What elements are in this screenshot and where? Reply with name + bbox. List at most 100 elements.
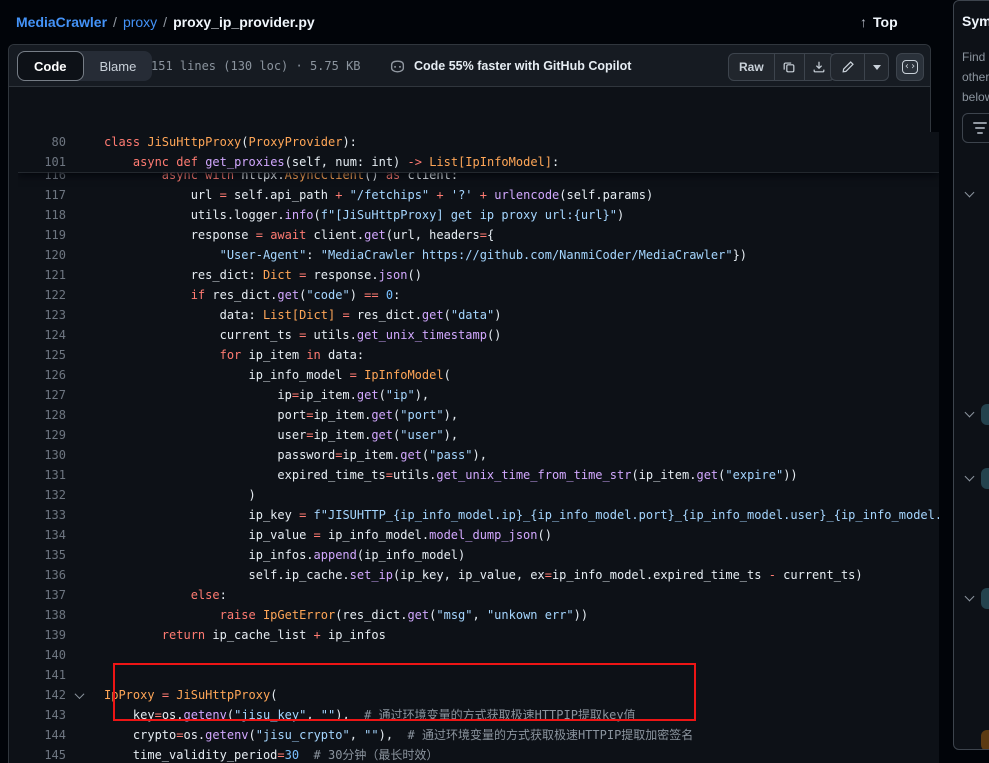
line-number[interactable]: 117 <box>18 185 66 205</box>
line-number[interactable]: 122 <box>18 285 66 305</box>
symbol-item[interactable] <box>981 404 989 425</box>
gutter-fold-slot <box>66 645 104 665</box>
code-text: ) <box>104 485 939 505</box>
line-number[interactable]: 143 <box>18 705 66 725</box>
gutter-fold-slot <box>66 345 104 365</box>
line-number[interactable]: 140 <box>18 645 66 665</box>
line-number[interactable]: 119 <box>18 225 66 245</box>
line-number[interactable]: 101 <box>18 152 66 172</box>
line-number[interactable]: 125 <box>18 345 66 365</box>
code-view: 116 async with httpx.AsyncClient() as cl… <box>18 132 939 763</box>
gutter-fold-slot <box>66 285 104 305</box>
code-line: 136 self.ip_cache.set_ip(ip_key, ip_valu… <box>18 565 939 585</box>
gutter-fold-slot <box>66 385 104 405</box>
line-number[interactable]: 144 <box>18 725 66 745</box>
chevron-down-icon[interactable] <box>965 472 975 482</box>
gutter-fold-slot <box>66 525 104 545</box>
code-line: 144 crypto=os.getenv("jisu_crypto", ""),… <box>18 725 939 745</box>
code-text: key=os.getenv("jisu_key", ""), # 通过环境变量的… <box>104 705 939 725</box>
line-number[interactable]: 129 <box>18 425 66 445</box>
code-line: 124 current_ts = utils.get_unix_timestam… <box>18 325 939 345</box>
code-text: raise IpGetError(res_dict.get("msg", "un… <box>104 605 939 625</box>
back-to-top-button[interactable]: ↑ Top <box>860 10 898 34</box>
code-text: password=ip_item.get("pass"), <box>104 445 939 465</box>
code-text <box>104 645 939 665</box>
symbol-group-row <box>954 183 989 207</box>
code-text: res_dict: Dict = response.json() <box>104 265 939 285</box>
chevron-down-icon[interactable] <box>965 592 975 602</box>
gutter-fold-slot <box>66 545 104 565</box>
code-line: 80class JiSuHttpProxy(ProxyProvider): <box>18 132 939 152</box>
line-number[interactable]: 124 <box>18 325 66 345</box>
breadcrumb-repo-link[interactable]: MediaCrawler <box>16 14 107 30</box>
symbol-item[interactable] <box>981 588 989 609</box>
chevron-down-icon[interactable] <box>965 188 975 198</box>
symbol-group-row <box>954 403 989 427</box>
gutter-fold-slot <box>66 565 104 585</box>
filter-icon <box>973 122 987 134</box>
collapse-chevron-icon[interactable] <box>75 689 85 699</box>
line-number[interactable]: 130 <box>18 445 66 465</box>
gutter-fold-slot <box>66 325 104 345</box>
gutter-fold-slot <box>66 485 104 505</box>
file-meta-info: 151 lines (130 loc) · 5.75 KB <box>151 45 361 87</box>
edit-file-button[interactable] <box>831 54 864 80</box>
line-number[interactable]: 132 <box>18 485 66 505</box>
code-line: 133 ip_key = f"JISUHTTP_{ip_info_model.i… <box>18 505 939 525</box>
code-line: 134 ip_value = ip_info_model.model_dump_… <box>18 525 939 545</box>
copilot-banner[interactable]: Code 55% faster with GitHub Copilot <box>389 45 631 87</box>
tab-code[interactable]: Code <box>17 51 84 81</box>
tab-blame[interactable]: Blame <box>84 51 153 81</box>
line-number[interactable]: 128 <box>18 405 66 425</box>
code-line: 126 ip_info_model = IpInfoModel( <box>18 365 939 385</box>
filter-symbols-input[interactable] <box>962 113 989 143</box>
chevron-down-icon[interactable] <box>965 408 975 418</box>
code-text: port=ip_item.get("port"), <box>104 405 939 425</box>
line-number[interactable]: 138 <box>18 605 66 625</box>
line-number[interactable]: 120 <box>18 245 66 265</box>
line-number[interactable]: 80 <box>18 132 66 152</box>
gutter-fold-slot <box>66 132 104 152</box>
line-number[interactable]: 123 <box>18 305 66 325</box>
symbol-item[interactable] <box>981 468 989 489</box>
copy-raw-content-button[interactable] <box>774 54 804 80</box>
line-number[interactable]: 127 <box>18 385 66 405</box>
symbol-item[interactable] <box>981 730 989 750</box>
gutter-fold-slot <box>66 605 104 625</box>
line-number[interactable]: 121 <box>18 265 66 285</box>
code-line: 119 response = await client.get(url, hea… <box>18 225 939 245</box>
gutter-fold-slot <box>66 305 104 325</box>
line-number[interactable]: 135 <box>18 545 66 565</box>
symbols-panel-toggle-icon: ‹› <box>902 60 918 74</box>
line-number[interactable]: 142 <box>18 685 66 705</box>
code-line: 130 password=ip_item.get("pass"), <box>18 445 939 465</box>
breadcrumb-folder-link[interactable]: proxy <box>123 14 157 30</box>
code-text: async def get_proxies(self, num: int) ->… <box>104 152 939 172</box>
line-number[interactable]: 126 <box>18 365 66 385</box>
line-number[interactable]: 134 <box>18 525 66 545</box>
line-number[interactable]: 131 <box>18 465 66 485</box>
gutter-fold-slot <box>66 505 104 525</box>
code-text: else: <box>104 585 939 605</box>
gutter-fold-slot <box>66 465 104 485</box>
symbols-panel-toggle-button[interactable]: ‹› <box>896 53 924 81</box>
code-line: 128 port=ip_item.get("port"), <box>18 405 939 425</box>
code-text: current_ts = utils.get_unix_timestamp() <box>104 325 939 345</box>
file-header-toolbar: Code Blame 151 lines (130 loc) · 5.75 KB… <box>9 45 930 87</box>
breadcrumb: MediaCrawler / proxy / proxy_ip_provider… <box>16 0 315 44</box>
line-number[interactable]: 141 <box>18 665 66 685</box>
gutter-fold-slot <box>66 152 104 172</box>
edit-options-dropdown[interactable] <box>864 54 888 80</box>
line-number[interactable]: 136 <box>18 565 66 585</box>
line-number[interactable]: 133 <box>18 505 66 525</box>
line-number[interactable]: 118 <box>18 205 66 225</box>
raw-button[interactable]: Raw <box>729 54 774 80</box>
gutter-fold-slot <box>66 705 104 725</box>
gutter-fold-slot <box>66 245 104 265</box>
symbol-group-row <box>954 587 989 611</box>
line-number[interactable]: 145 <box>18 745 66 763</box>
line-number[interactable]: 139 <box>18 625 66 645</box>
line-number[interactable]: 137 <box>18 585 66 605</box>
edit-button-group <box>830 53 889 81</box>
code-text <box>104 665 939 685</box>
